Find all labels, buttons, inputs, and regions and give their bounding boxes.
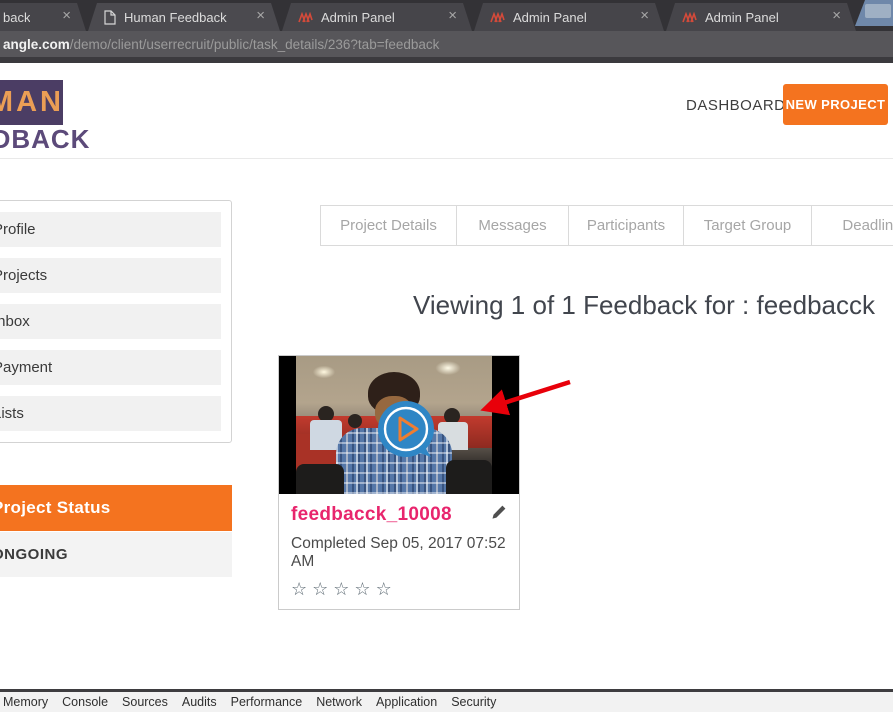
tab-title: Admin Panel (513, 9, 587, 25)
browser-tab-0[interactable]: back × (0, 3, 86, 31)
devtools-tab-memory[interactable]: Memory (3, 695, 48, 709)
admin-panel-icon (490, 12, 505, 23)
close-icon[interactable]: × (448, 8, 457, 24)
devtools-tab-bar: Memory Console Sources Audits Performanc… (0, 689, 893, 712)
new-tab-button[interactable] (865, 4, 891, 18)
star-icon[interactable]: ☆ (312, 579, 333, 600)
browser-tab-strip: back × Human Feedback × Admin Panel × Ad… (0, 0, 893, 31)
browser-tab-admin-1[interactable]: Admin Panel × (282, 3, 472, 31)
star-icon[interactable]: ☆ (354, 579, 375, 600)
tab-title: back (3, 9, 31, 25)
admin-panel-icon (682, 12, 697, 23)
play-icon (378, 401, 434, 457)
feedback-status-text: Completed Sep 05, 2017 07:52 AM (291, 535, 506, 570)
video-thumbnail[interactable] (279, 356, 519, 494)
close-icon[interactable]: × (832, 8, 841, 24)
tab-target-group[interactable]: Target Group (683, 205, 812, 246)
new-project-button[interactable]: NEW PROJECT (783, 84, 888, 125)
edit-pencil-icon[interactable] (491, 504, 507, 525)
browser-tab-admin-2[interactable]: Admin Panel × (474, 3, 664, 31)
feedback-card: feedbacck_10008 Completed Sep 05, 2017 0… (278, 355, 520, 610)
star-icon[interactable]: ☆ (291, 579, 312, 600)
browser-window: back × Human Feedback × Admin Panel × Ad… (0, 0, 893, 712)
url-path: /demo/client/userrecruit/public/task_det… (69, 36, 440, 52)
tab-title: Admin Panel (321, 9, 395, 25)
project-status-header: Project Status (0, 485, 232, 531)
close-icon[interactable]: × (256, 8, 265, 24)
tab-participants[interactable]: Participants (568, 205, 684, 246)
admin-panel-icon (298, 12, 313, 23)
browser-tab-human-feedback[interactable]: Human Feedback × (88, 3, 280, 31)
project-status-ongoing[interactable]: ONGOING (0, 532, 232, 577)
star-icon[interactable]: ☆ (376, 579, 397, 600)
devtools-tab-application[interactable]: Application (376, 695, 437, 709)
play-button[interactable] (377, 400, 437, 462)
tab-title: Human Feedback (124, 9, 227, 25)
feedback-title-link[interactable]: feedbacck_10008 (291, 504, 452, 526)
browser-tab-admin-3[interactable]: Admin Panel × (666, 3, 856, 31)
devtools-tab-audits[interactable]: Audits (182, 695, 217, 709)
chrome-divider (0, 57, 893, 63)
tab-deadline[interactable]: Deadline (811, 205, 893, 246)
sidebar-menu: Profile Projects Inbox Payment Lists (0, 200, 232, 443)
photo-foreground-chair (296, 464, 344, 494)
photo-person-silhouette (348, 414, 362, 428)
project-tab-bar: Project Details Messages Participants Ta… (320, 205, 893, 246)
sidebar-item-lists[interactable]: Lists (0, 396, 221, 431)
sidebar-item-profile[interactable]: Profile (0, 212, 221, 247)
devtools-tab-security[interactable]: Security (451, 695, 496, 709)
close-icon[interactable]: × (640, 8, 649, 24)
dashboard-link[interactable]: DASHBOARD (686, 97, 786, 114)
logo-image-bottom[interactable]: FEEDBACK (0, 124, 90, 155)
devtools-tab-sources[interactable]: Sources (122, 695, 168, 709)
close-icon[interactable]: × (62, 8, 71, 24)
tab-title: Admin Panel (705, 9, 779, 25)
address-bar[interactable]: angle.com/demo/client/userrecruit/public… (0, 31, 893, 57)
document-icon (104, 10, 116, 25)
header-divider (0, 158, 893, 159)
feedback-card-info: feedbacck_10008 Completed Sep 05, 2017 0… (279, 494, 519, 609)
page-title: Viewing 1 of 1 Feedback for : feedbacck (413, 290, 876, 320)
devtools-tab-performance[interactable]: Performance (231, 695, 303, 709)
devtools-tab-console[interactable]: Console (62, 695, 108, 709)
photo-foreground-chair (446, 460, 492, 494)
tab-messages[interactable]: Messages (456, 205, 569, 246)
rating-stars: ☆☆☆☆☆ (291, 579, 507, 600)
logo-image-top[interactable]: HUMAN (0, 80, 63, 125)
tab-project-details[interactable]: Project Details (320, 205, 457, 246)
sidebar-item-payment[interactable]: Payment (0, 350, 221, 385)
window-frame-corner (855, 0, 893, 26)
url-domain: angle.com (3, 36, 70, 52)
sidebar-item-projects[interactable]: Projects (0, 258, 221, 293)
devtools-tab-network[interactable]: Network (316, 695, 362, 709)
star-icon[interactable]: ☆ (333, 579, 354, 600)
sidebar-item-inbox[interactable]: Inbox (0, 304, 221, 339)
